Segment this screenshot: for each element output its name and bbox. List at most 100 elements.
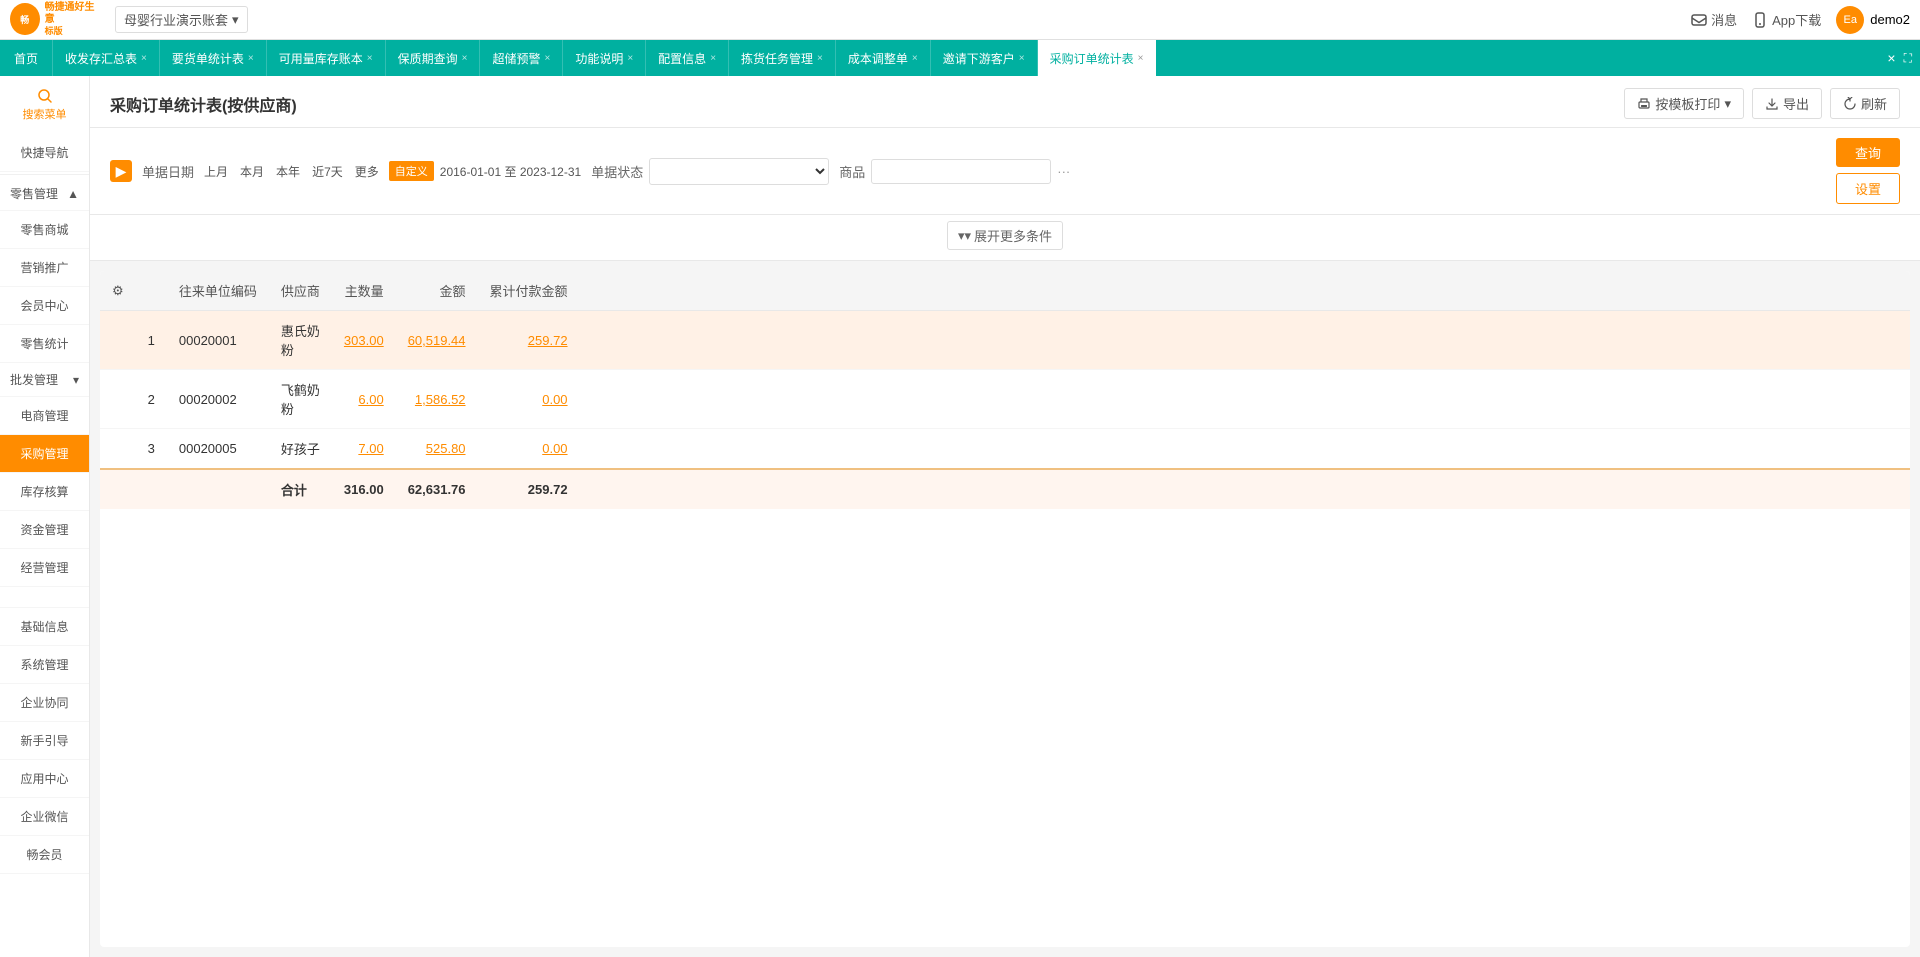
row-paid[interactable]: 259.72 (478, 311, 580, 370)
tab-close-inventory[interactable]: × (367, 53, 373, 64)
row-qty[interactable]: 7.00 (332, 429, 396, 470)
filter-settings-btn[interactable]: 设置 (1836, 173, 1900, 204)
shortcut-7days[interactable]: 近7天 (308, 161, 347, 182)
page-actions: 按模板打印 ▾ 导出 刷新 (1624, 88, 1900, 119)
col-settings[interactable]: ⚙ (100, 271, 136, 311)
app-download-btn[interactable]: App下载 (1752, 10, 1821, 29)
sidebar-item-marketing[interactable]: 营销推广 (0, 249, 89, 287)
tab-close-receive[interactable]: × (141, 53, 147, 64)
footer-paid: 259.72 (478, 469, 580, 509)
row-amount[interactable]: 60,519.44 (396, 311, 478, 370)
tab-overstock[interactable]: 超储预警 × (480, 40, 563, 76)
tab-costadjust[interactable]: 成本调整单 × (836, 40, 931, 76)
row-qty[interactable]: 303.00 (332, 311, 396, 370)
sidebar-item-retail-stats[interactable]: 零售统计 (0, 325, 89, 363)
tab-home[interactable]: 首页 (0, 40, 53, 76)
sidebar-item-basic[interactable]: 基础信息 (0, 608, 89, 646)
nav-tabs-end: × ⛶ (1879, 50, 1920, 66)
message-btn[interactable]: 消息 (1691, 10, 1737, 29)
sidebar-item-enterprise[interactable]: 企业协同 (0, 684, 89, 722)
main-layout: 搜索菜单 快捷导航 零售管理 ▲ 零售商城 营销推广 会员中心 零售统计 批发管… (0, 76, 1920, 957)
sidebar-item-vip[interactable]: 畅会员 (0, 836, 89, 874)
table-row[interactable]: 2 00020002 飞鹤奶粉 6.00 1,586.52 0.00 (100, 370, 1910, 429)
row-amount[interactable]: 1,586.52 (396, 370, 478, 429)
tab-close-requisition[interactable]: × (248, 53, 254, 64)
top-right: 消息 App下载 Ea demo2 (1691, 6, 1910, 34)
row-paid[interactable]: 0.00 (478, 370, 580, 429)
col-paid: 累计付款金额 (478, 271, 580, 311)
filter-expand-row: ▾▾ 展开更多条件 (90, 215, 1920, 261)
sidebar-item-system[interactable]: 系统管理 (0, 646, 89, 684)
tab-close-picktask[interactable]: × (817, 53, 823, 64)
table-row[interactable]: 3 00020005 好孩子 7.00 525.80 0.00 (100, 429, 1910, 470)
row-code: 00020005 (167, 429, 269, 470)
sidebar-item-appcenter[interactable]: 应用中心 (0, 760, 89, 798)
sidebar-item-ops[interactable]: 经营管理 (0, 549, 89, 587)
filter-toggle-btn[interactable]: ▶ (110, 160, 132, 182)
shortcut-this-month[interactable]: 本月 (236, 161, 268, 182)
content-area: 采购订单统计表(按供应商) 按模板打印 ▾ 导出 刷新 ▶ (90, 76, 1920, 957)
tab-expiry[interactable]: 保质期查询 × (386, 40, 481, 76)
tab-purchasestat[interactable]: 采购订单统计表 × (1038, 40, 1157, 76)
row-amount[interactable]: 525.80 (396, 429, 478, 470)
sidebar-item-newguide[interactable]: 新手引导 (0, 722, 89, 760)
sidebar-item-retail-mall[interactable]: 零售商城 (0, 211, 89, 249)
row-supplier: 惠氏奶粉 (269, 311, 332, 370)
query-btn[interactable]: 查询 (1836, 138, 1900, 167)
sidebar-item-retail[interactable]: 零售管理 ▲ (0, 177, 89, 211)
tab-picktask[interactable]: 拣货任务管理 × (729, 40, 836, 76)
shortcut-this-year[interactable]: 本年 (272, 161, 304, 182)
sidebar-divider-area (0, 587, 89, 608)
search-menu-btn[interactable]: 搜索菜单 (5, 82, 84, 128)
row-supplier: 飞鹤奶粉 (269, 370, 332, 429)
sidebar-item-inventory-mgmt[interactable]: 库存核算 (0, 473, 89, 511)
status-select[interactable] (649, 158, 829, 185)
row-num: 3 (136, 429, 167, 470)
sidebar-item-quicknav[interactable]: 快捷导航 (0, 134, 89, 172)
row-settings (100, 429, 136, 470)
sidebar-item-purchase[interactable]: 采购管理 (0, 435, 89, 473)
footer-rownum-cell (136, 469, 167, 509)
goods-more-btn[interactable]: ··· (1057, 164, 1070, 179)
sidebar-item-members[interactable]: 会员中心 (0, 287, 89, 325)
refresh-btn[interactable]: 刷新 (1830, 88, 1900, 119)
sidebar-item-ecommerce[interactable]: 电商管理 (0, 397, 89, 435)
sidebar-item-corpwx[interactable]: 企业微信 (0, 798, 89, 836)
table-row[interactable]: 1 00020001 惠氏奶粉 303.00 60,519.44 259.72 (100, 311, 1910, 370)
export-btn[interactable]: 导出 (1752, 88, 1822, 119)
tab-close-funcguide[interactable]: × (627, 53, 633, 64)
chevron-icon-2: ▾ (73, 373, 79, 387)
close-tab-btn[interactable]: × (1887, 50, 1895, 66)
tab-close-config[interactable]: × (710, 53, 716, 64)
tab-requisition[interactable]: 要货单统计表 × (160, 40, 267, 76)
tab-close-purchasestat[interactable]: × (1138, 53, 1144, 64)
shortcut-more[interactable]: 更多 (351, 161, 383, 182)
tab-close-costadjust[interactable]: × (912, 53, 918, 64)
shortcut-last-month[interactable]: 上月 (200, 161, 232, 182)
print-btn[interactable]: 按模板打印 ▾ (1624, 88, 1744, 119)
sidebar-item-wholesale[interactable]: 批发管理 ▾ (0, 363, 89, 397)
tab-invitedown[interactable]: 邀请下游客户 × (931, 40, 1038, 76)
top-bar: 畅 畅捷通好生意 标版 母婴行业演示账套 ▾ 消息 App下载 Ea demo2 (0, 0, 1920, 40)
row-paid[interactable]: 0.00 (478, 429, 580, 470)
expand-more-btn[interactable]: ▾▾ 展开更多条件 (947, 221, 1063, 250)
tab-receive[interactable]: 收发存汇总表 × (53, 40, 160, 76)
tab-close-overstock[interactable]: × (544, 53, 550, 64)
user-menu[interactable]: Ea demo2 (1836, 6, 1910, 34)
tab-inventory[interactable]: 可用量库存账本 × (267, 40, 386, 76)
table-area: ⚙ 往来单位编码 供应商 主数量 金额 累计付款金额 1 00020001 惠氏… (100, 271, 1910, 947)
tab-close-invitedown[interactable]: × (1019, 53, 1025, 64)
col-code: 往来单位编码 (167, 271, 269, 311)
page-title: 采购订单统计表(按供应商) (110, 92, 297, 116)
tab-config[interactable]: 配置信息 × (646, 40, 729, 76)
tab-close-expiry[interactable]: × (462, 53, 468, 64)
phone-icon (1752, 12, 1768, 28)
workspace-selector[interactable]: 母婴行业演示账套 ▾ (115, 6, 248, 33)
goods-input[interactable] (871, 159, 1051, 184)
footer-spacer (580, 469, 1910, 509)
tab-funcguide[interactable]: 功能说明 × (563, 40, 646, 76)
row-qty[interactable]: 6.00 (332, 370, 396, 429)
logo-icon: 畅 (10, 3, 40, 35)
sidebar-item-finance[interactable]: 资金管理 (0, 511, 89, 549)
fullscreen-btn[interactable]: ⛶ (1904, 51, 1912, 66)
